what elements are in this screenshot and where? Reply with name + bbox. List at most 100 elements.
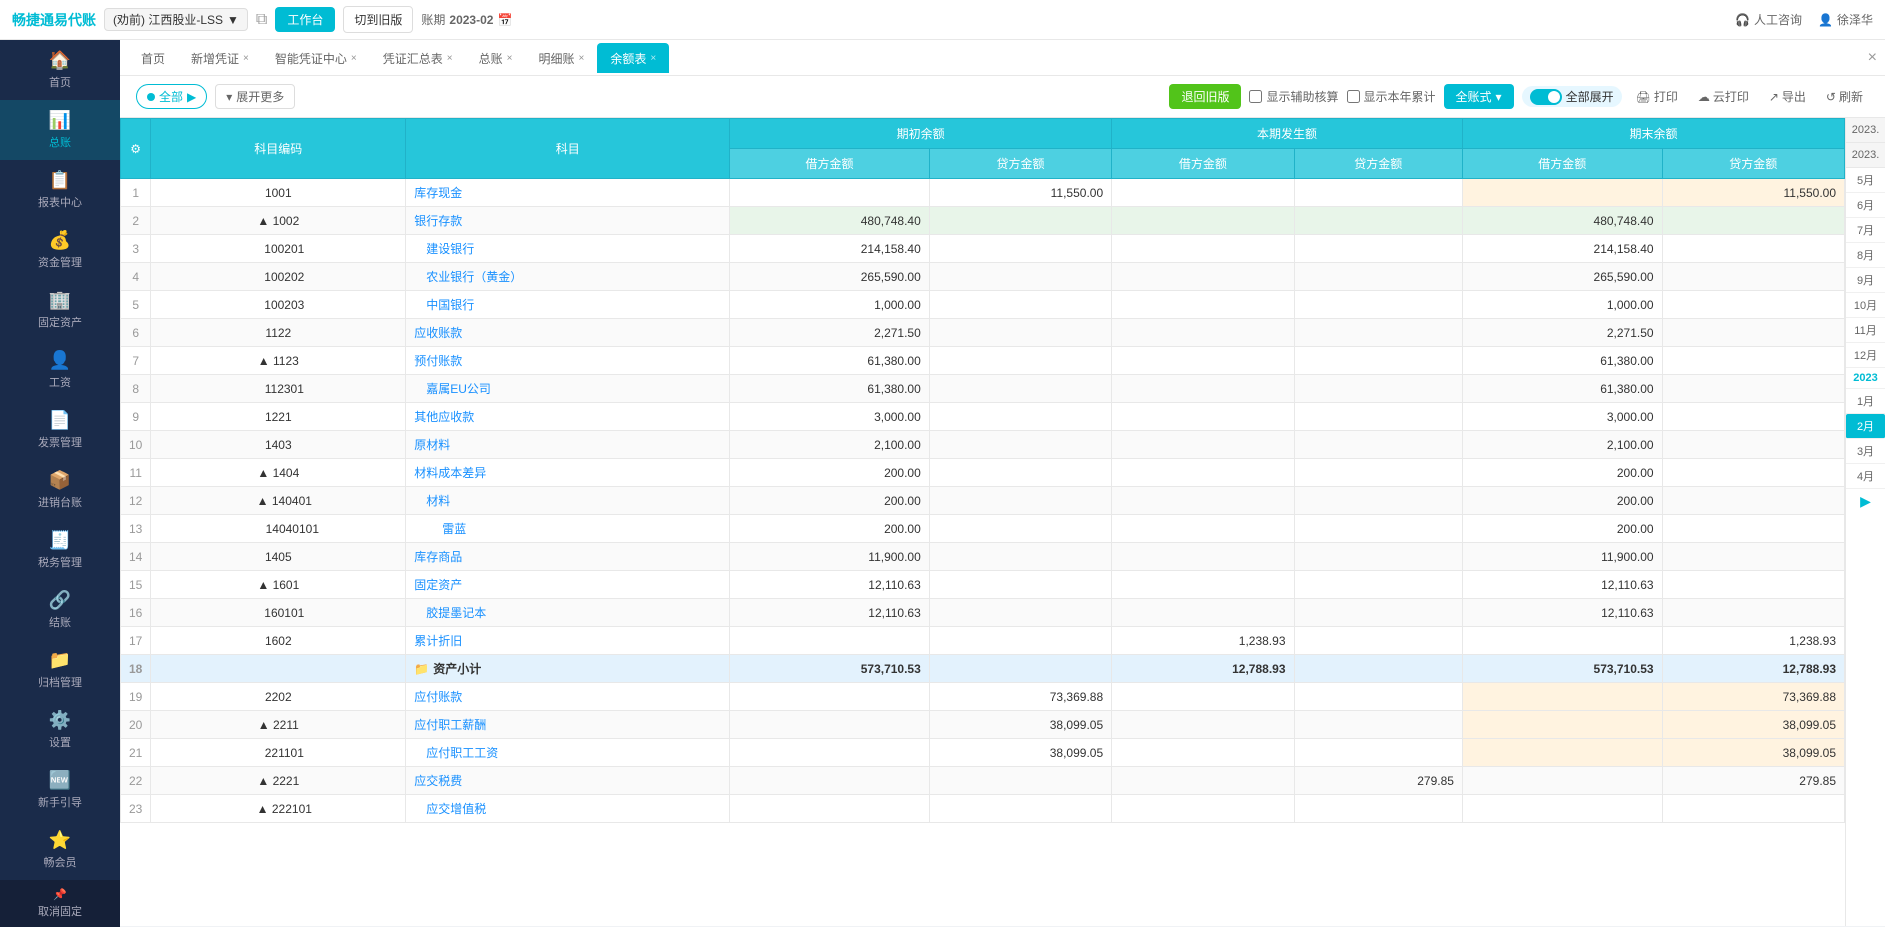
account-name[interactable]: 库存商品 — [406, 543, 730, 571]
account-name[interactable]: 累计折旧 — [406, 627, 730, 655]
account-name[interactable]: 胶提墨记本 — [406, 599, 730, 627]
month-6[interactable]: 6月 — [1846, 193, 1885, 218]
calendar-icon[interactable]: 📅 — [497, 13, 512, 27]
account-name[interactable]: 嘉属EU公司 — [406, 375, 730, 403]
sidebar-item-ledger[interactable]: 📊 总账 — [0, 100, 120, 160]
month-4[interactable]: 4月 — [1846, 464, 1885, 489]
full-mode-button[interactable]: 全账式 ▾ — [1444, 84, 1514, 109]
sidebar-item-funds[interactable]: 💰 资金管理 — [0, 220, 120, 280]
sidebar-item-member[interactable]: ⭐ 畅会员 — [0, 820, 120, 880]
account-name[interactable]: 材料成本差异 — [406, 459, 730, 487]
th-settings[interactable]: ⚙ — [121, 119, 151, 179]
month-8[interactable]: 8月 — [1846, 243, 1885, 268]
tab-detail-ledger[interactable]: 明细账 × — [525, 43, 597, 73]
copy-icon[interactable]: ⧉ — [256, 11, 267, 29]
cloud-print-button[interactable]: ☁ 云打印 — [1692, 85, 1755, 108]
account-name[interactable]: 中国银行 — [406, 291, 730, 319]
month-11[interactable]: 11月 — [1846, 318, 1885, 343]
sidebar-item-home[interactable]: 🏠 首页 — [0, 40, 120, 100]
tab-voucher-summary[interactable]: 凭证汇总表 × — [370, 43, 466, 73]
tab-detail-ledger-close[interactable]: × — [578, 53, 584, 64]
sidebar-item-archive[interactable]: 📁 归档管理 — [0, 640, 120, 700]
amount-cell — [1294, 515, 1462, 543]
account-name[interactable]: 农业银行（黄金） — [406, 263, 730, 291]
consulting-btn[interactable]: 🎧 人工咨询 — [1735, 11, 1802, 28]
print-button[interactable]: 🖨 打印 — [1630, 85, 1684, 108]
amount-cell: 1,238.93 — [1662, 627, 1844, 655]
tab-general-ledger-close[interactable]: × — [507, 53, 513, 64]
aux-calc-input[interactable] — [1249, 90, 1262, 103]
tab-new-voucher[interactable]: 新增凭证 × — [178, 43, 262, 73]
export-button[interactable]: ↗ 导出 — [1763, 85, 1812, 108]
sidebar-item-guide[interactable]: 🆕 新手引导 — [0, 760, 120, 820]
expand-all-toggle[interactable]: 全部展开 — [1522, 86, 1622, 107]
account-name[interactable]: 银行存款 — [406, 207, 730, 235]
sidebar-item-reports[interactable]: 📋 报表中心 — [0, 160, 120, 220]
tab-balance-close[interactable]: × — [650, 53, 656, 64]
amount-cell — [1294, 627, 1462, 655]
amount-cell — [1462, 767, 1662, 795]
month-2[interactable]: 2月 — [1846, 414, 1885, 439]
sidebar-item-inventory[interactable]: 📦 进销台账 — [0, 460, 120, 520]
show-year-acc-checkbox[interactable]: 显示本年累计 — [1347, 88, 1436, 105]
account-code: 1001 — [151, 179, 406, 207]
month-12[interactable]: 12月 — [1846, 343, 1885, 368]
account-name[interactable]: 应收账款 — [406, 319, 730, 347]
account-name[interactable]: 应交税费 — [406, 767, 730, 795]
show-aux-calc-checkbox[interactable]: 显示辅助核算 — [1249, 88, 1338, 105]
account-name[interactable]: 应交增值税 — [406, 795, 730, 823]
month-10[interactable]: 10月 — [1846, 293, 1885, 318]
account-name[interactable]: 应付职工薪酬 — [406, 711, 730, 739]
tab-new-voucher-close[interactable]: × — [243, 53, 249, 64]
company-selector[interactable]: (劝前) 江西股业-LSS ▼ — [104, 8, 248, 31]
tab-voucher-summary-close[interactable]: × — [447, 53, 453, 64]
account-name[interactable]: 库存现金 — [406, 179, 730, 207]
account-name[interactable]: 应付职工工资 — [406, 739, 730, 767]
top-bar-right: 🎧 人工咨询 👤 徐泽华 — [1735, 11, 1873, 28]
refresh-button[interactable]: ↺ 刷新 — [1820, 85, 1869, 108]
tab-home[interactable]: 首页 — [128, 43, 178, 73]
return-old-version-button[interactable]: 退回旧版 — [1169, 84, 1241, 109]
month-5[interactable]: 5月 — [1846, 168, 1885, 193]
expand-more-button[interactable]: ▾ 展开更多 — [215, 84, 295, 109]
account-name[interactable]: 📁资产小计 — [406, 655, 730, 683]
sidebar-item-invoice[interactable]: 📄 发票管理 — [0, 400, 120, 460]
tab-smart-voucher[interactable]: 智能凭证中心 × — [262, 43, 370, 73]
sidebar-item-tax[interactable]: 🧾 税务管理 — [0, 520, 120, 580]
cloud-print-label: 云打印 — [1713, 88, 1749, 105]
month-9[interactable]: 9月 — [1846, 268, 1885, 293]
amount-cell — [1462, 795, 1662, 823]
table-container[interactable]: ⚙ 科目编码 科目 期初余额 本期发生额 期末余额 借方金额 贷方金额 借方金额… — [120, 118, 1845, 926]
amount-cell — [929, 515, 1111, 543]
account-name[interactable]: 雷蓝 — [406, 515, 730, 543]
close-all-tabs[interactable]: × — [1868, 49, 1877, 67]
sidebar-item-closing[interactable]: 🔗 结账 — [0, 580, 120, 640]
month-1[interactable]: 1月 — [1846, 389, 1885, 414]
month-3[interactable]: 3月 — [1846, 439, 1885, 464]
account-name[interactable]: 应付账款 — [406, 683, 730, 711]
unpin-button[interactable]: 📌 取消固定 — [0, 880, 120, 927]
account-name[interactable]: 材料 — [406, 487, 730, 515]
amount-cell: 1,238.93 — [1112, 627, 1294, 655]
tab-general-ledger[interactable]: 总账 × — [466, 43, 526, 73]
user-profile[interactable]: 👤 徐泽华 — [1818, 11, 1873, 28]
month-7[interactable]: 7月 — [1846, 218, 1885, 243]
year-acc-input[interactable] — [1347, 90, 1360, 103]
toggle-switch[interactable] — [1530, 89, 1562, 105]
sidebar-item-payroll[interactable]: 👤 工资 — [0, 340, 120, 400]
year-2023[interactable]: 2023 — [1846, 368, 1885, 389]
sidebar-item-settings[interactable]: ⚙️ 设置 — [0, 700, 120, 760]
switch-version-button[interactable]: 切到旧版 — [343, 6, 413, 33]
account-name[interactable]: 固定资产 — [406, 571, 730, 599]
workbench-button[interactable]: 工作台 — [275, 7, 335, 32]
sidebar-item-assets[interactable]: 🏢 固定资产 — [0, 280, 120, 340]
filter-all-button[interactable]: 全部 ▶ — [136, 84, 207, 109]
right-panel-expand[interactable]: ▶ — [1846, 489, 1885, 514]
account-name[interactable]: 原材料 — [406, 431, 730, 459]
account-name[interactable]: 预付账款 — [406, 347, 730, 375]
tab-balance[interactable]: 余额表 × — [597, 43, 669, 73]
account-name[interactable]: 其他应收款 — [406, 403, 730, 431]
account-name[interactable]: 建设银行 — [406, 235, 730, 263]
expand-panel-icon[interactable]: ▶ — [1860, 493, 1871, 510]
tab-smart-voucher-close[interactable]: × — [351, 53, 357, 64]
